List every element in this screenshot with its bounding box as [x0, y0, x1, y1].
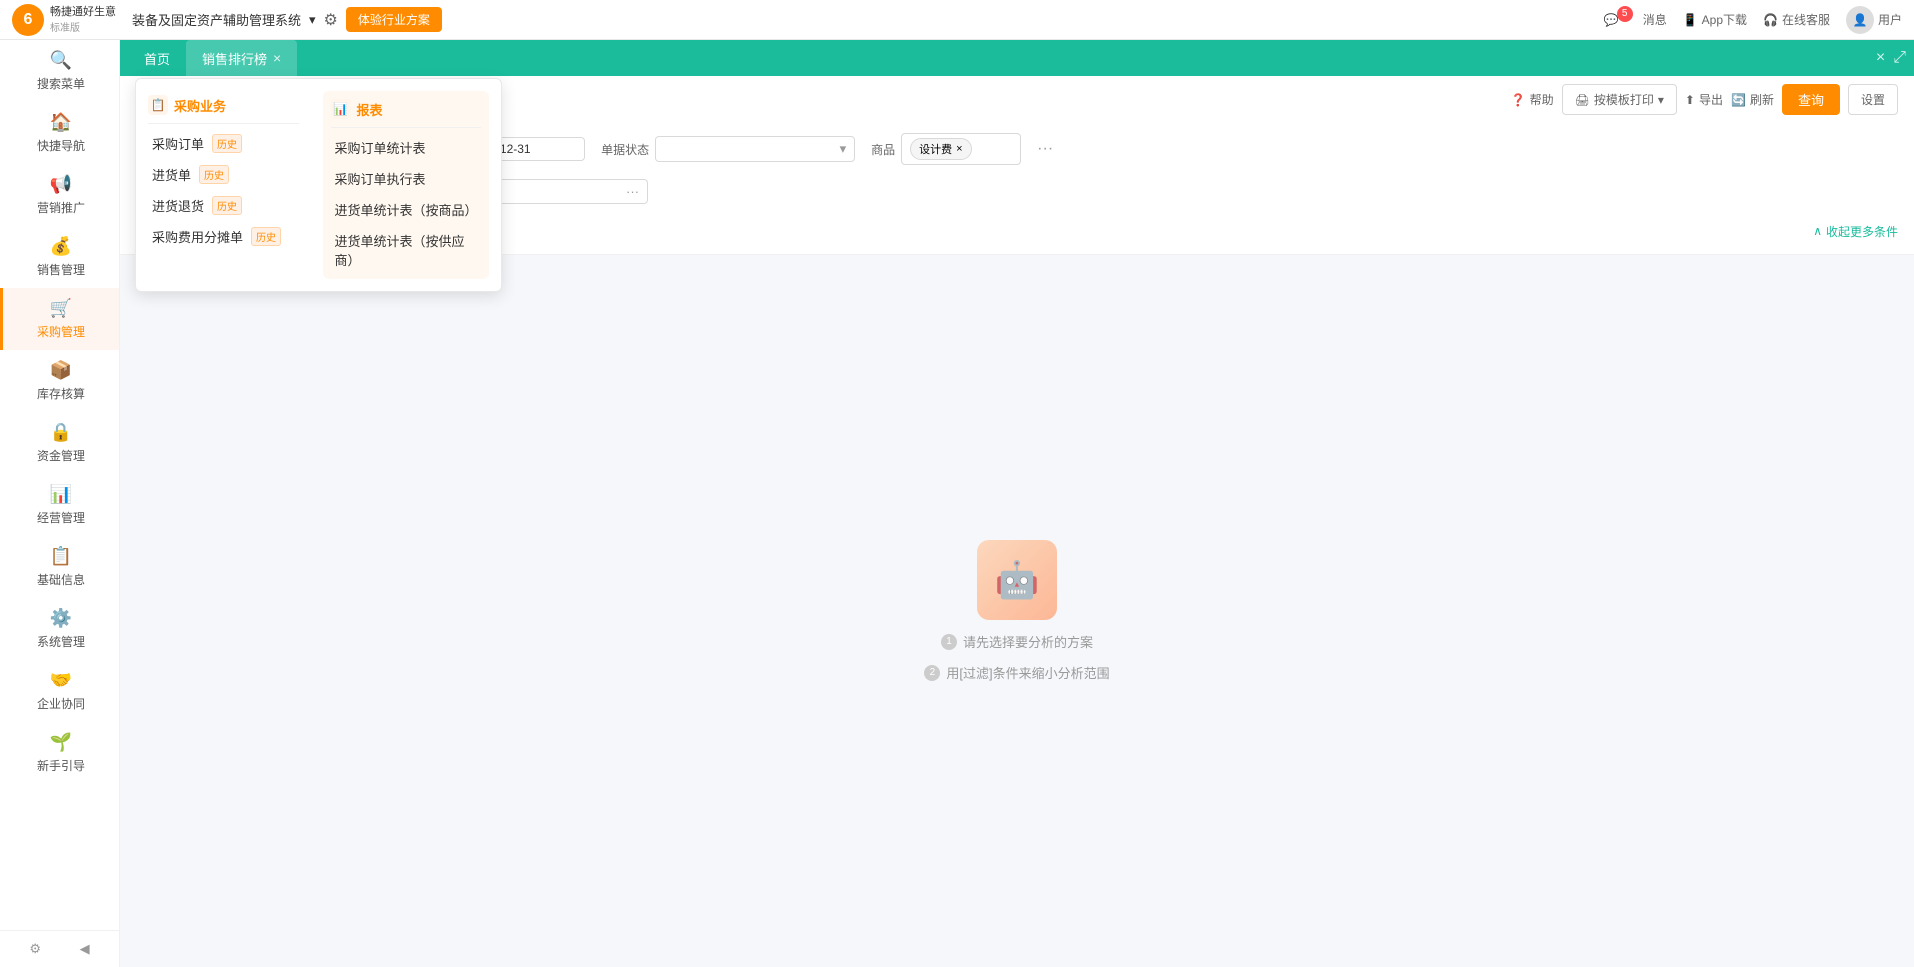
dropdown-item-receipt[interactable]: 进货单 历史 — [148, 159, 299, 190]
dropdown-item-expense[interactable]: 采购费用分摊单 历史 — [148, 221, 299, 252]
report-col-icon: 📊 — [331, 99, 351, 119]
dropdown-item-purchase-order[interactable]: 采购订单 历史 — [148, 128, 299, 159]
dropdown-item-return[interactable]: 进货退货 历史 — [148, 190, 299, 221]
dropdown-col-purchase: 📋 采购业务 采购订单 历史 进货单 历史 进货退货 历史 采购费用分摊单 历史 — [148, 91, 299, 279]
purchase-dropdown-menu: 📋 采购业务 采购订单 历史 进货单 历史 进货退货 历史 采购费用分摊单 历史… — [135, 78, 502, 292]
dropdown-item-order-exec[interactable]: 采购订单执行表 — [331, 163, 482, 194]
purchase-col-icon: 📋 — [148, 95, 168, 115]
dropdown-item-order-stats[interactable]: 采购订单统计表 — [331, 132, 482, 163]
dropdown-col-report: 📊 报表 采购订单统计表 采购订单执行表 进货单统计表（按商品） 进货单统计表（… — [323, 91, 490, 279]
dropdown-item-receipt-by-supplier[interactable]: 进货单统计表（按供应商） — [331, 225, 482, 275]
dropdown-col2-title: 📊 报表 — [331, 95, 482, 128]
dropdown-col1-title: 📋 采购业务 — [148, 91, 299, 124]
dropdown-item-receipt-by-goods[interactable]: 进货单统计表（按商品） — [331, 194, 482, 225]
